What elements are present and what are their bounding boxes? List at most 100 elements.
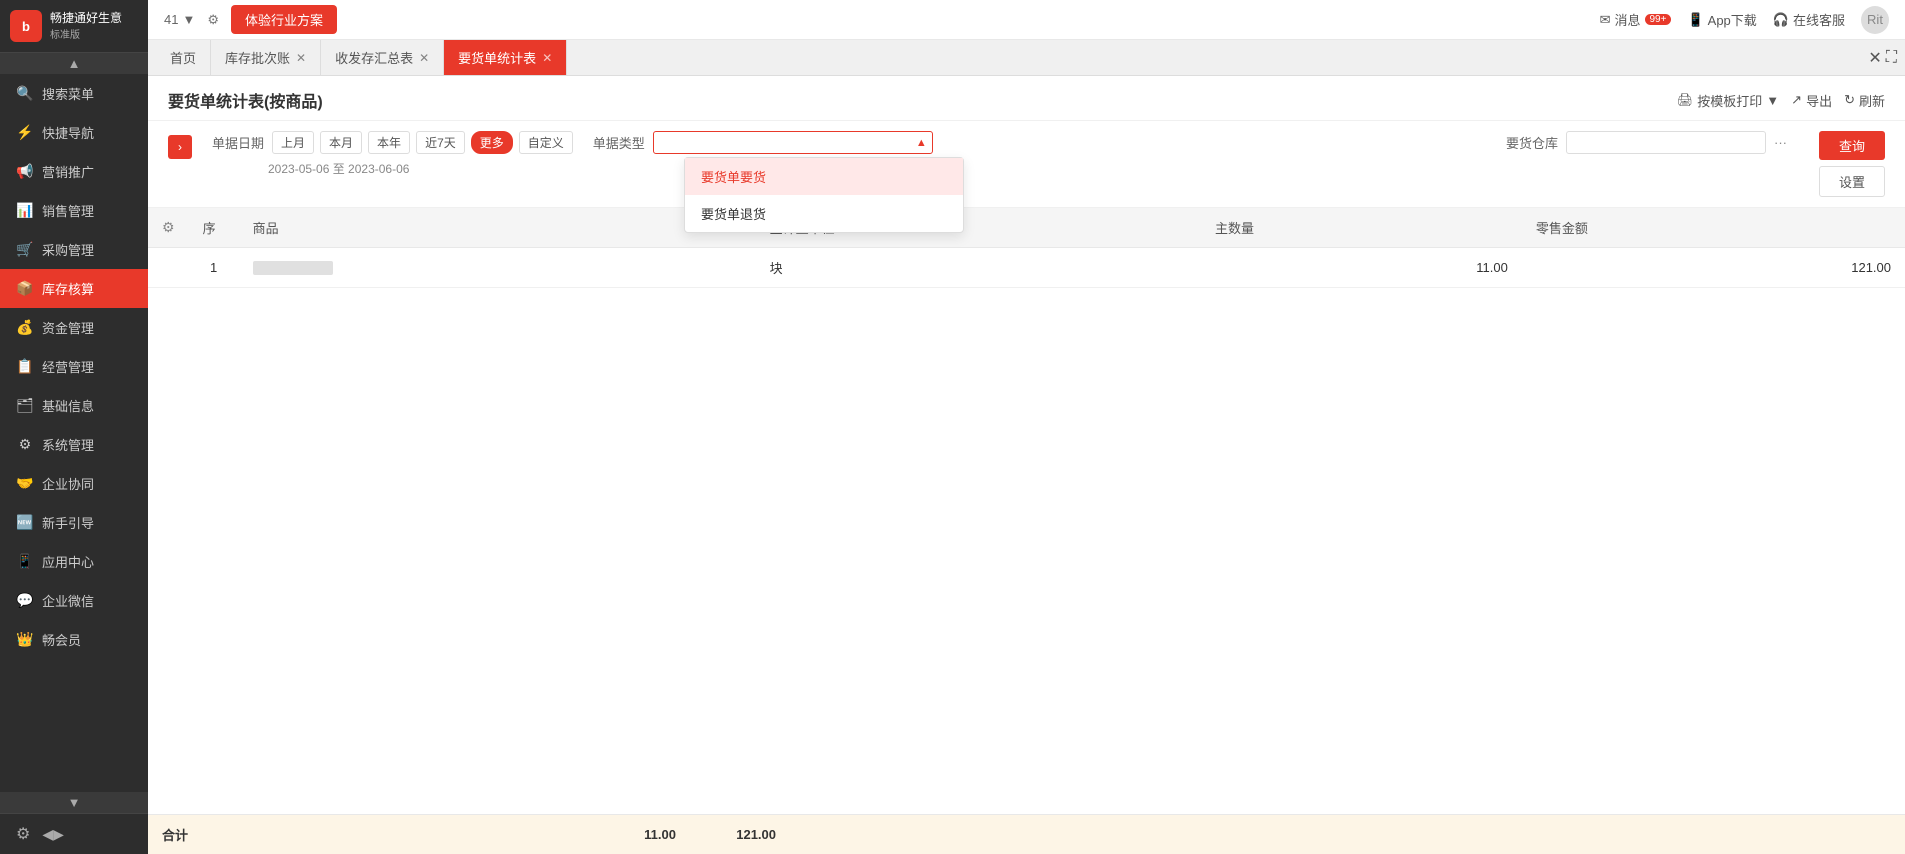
tab-inventory-batch[interactable]: 库存批次账 ✕ xyxy=(211,40,321,75)
sidebar-item-inventory[interactable]: 📦 库存核算 xyxy=(0,269,148,308)
col-header-product: 商品 xyxy=(239,208,756,248)
tab-receive-summary-label: 收发存汇总表 xyxy=(335,48,413,67)
col-header-seq: 序 xyxy=(189,208,239,248)
dropdown-item-order-goods[interactable]: 要货单要货 xyxy=(685,158,963,195)
guide-icon: 🆕 xyxy=(16,514,34,531)
warehouse-input[interactable] xyxy=(1566,131,1766,154)
shortcut-icon: ⚡ xyxy=(16,124,34,141)
message-badge: 99+ xyxy=(1645,14,1672,25)
date-btn-last-month[interactable]: 上月 xyxy=(272,131,314,154)
dropdown-item-order-return[interactable]: 要货单退货 xyxy=(685,195,963,232)
sidebar-items: 🔍 搜索菜单 ⚡ 快捷导航 📢 营销推广 📊 销售管理 🛒 采购管理 📦 库存核… xyxy=(0,74,148,792)
sidebar-scroll-down[interactable]: ▼ xyxy=(0,792,148,813)
sidebar-item-wechat[interactable]: 💬 企业微信 xyxy=(0,581,148,620)
tenant-selector[interactable]: 41 ▼ xyxy=(164,12,195,27)
header-gear-icon[interactable]: ⚙ xyxy=(207,12,219,28)
logo-sub: 标准版 xyxy=(50,26,122,41)
tab-expand-icon[interactable]: ⛶ xyxy=(1886,49,1897,67)
date-filter-label: 单据日期 xyxy=(212,133,264,152)
sidebar-item-basics[interactable]: 🗂 基础信息 xyxy=(0,386,148,425)
sidebar-scroll-up[interactable]: ▲ xyxy=(0,53,148,74)
purchase-icon: 🛒 xyxy=(16,241,34,258)
row-qty-cell: 11.00 xyxy=(1201,248,1522,288)
date-btn-7days[interactable]: 近7天 xyxy=(416,131,465,154)
sidebar-item-marketing[interactable]: 📢 营销推广 xyxy=(0,152,148,191)
appstore-icon: 📱 xyxy=(16,553,34,570)
sidebar: b 畅捷通好生意 标准版 ▲ 🔍 搜索菜单 ⚡ 快捷导航 📢 营销推广 📊 销售… xyxy=(0,0,148,854)
operations-icon: 📋 xyxy=(16,358,34,375)
system-icon: ⚙ xyxy=(16,436,34,453)
sidebar-item-finance[interactable]: 💰 资金管理 xyxy=(0,308,148,347)
date-btn-this-month[interactable]: 本月 xyxy=(320,131,362,154)
inventory-icon: 📦 xyxy=(16,280,34,297)
print-btn[interactable]: 🖨 按模板打印 ▼ xyxy=(1677,91,1779,110)
product-name-placeholder xyxy=(253,261,333,275)
app-download-btn[interactable]: 📱 App下载 xyxy=(1687,10,1756,29)
sidebar-item-search[interactable]: 🔍 搜索菜单 xyxy=(0,74,148,113)
avatar[interactable]: Rit xyxy=(1861,6,1889,34)
date-shortcuts: 上月 本月 本年 近7天 更多 自定义 xyxy=(272,131,573,154)
filter-expand-button[interactable]: › xyxy=(168,135,192,159)
doc-type-input-wrap: ▲ xyxy=(653,131,933,154)
col-header-settings: ⚙ xyxy=(148,208,189,248)
tab-close-all-icon[interactable]: ✕ xyxy=(1868,48,1881,68)
sidebar-item-sales[interactable]: 📊 销售管理 xyxy=(0,191,148,230)
wechat-icon: 💬 xyxy=(16,592,34,609)
tab-order-summary-close[interactable]: ✕ xyxy=(542,51,552,65)
tab-inventory-batch-close[interactable]: ✕ xyxy=(296,51,306,65)
sidebar-item-member[interactable]: 👑 畅会员 xyxy=(0,620,148,659)
message-label: 消息 xyxy=(1614,10,1640,29)
sidebar-settings-icon[interactable]: ⚙ xyxy=(16,824,30,844)
settings-button[interactable]: 设置 xyxy=(1819,166,1885,197)
row-settings-cell xyxy=(148,248,189,288)
export-btn[interactable]: ↗ 导出 xyxy=(1791,91,1832,110)
doc-type-row: 单据类型 ▲ xyxy=(593,131,933,154)
tab-receive-summary[interactable]: 收发存汇总表 ✕ xyxy=(321,40,444,75)
tabs-bar: 首页 库存批次账 ✕ 收发存汇总表 ✕ 要货单统计表 ✕ ✕ ⛶ xyxy=(148,40,1905,76)
warehouse-filter-group: 要货仓库 ··· xyxy=(1506,131,1787,154)
doc-type-filter-group: 单据类型 ▲ xyxy=(593,131,933,154)
sidebar-item-system[interactable]: ⚙ 系统管理 xyxy=(0,425,148,464)
basics-icon: 🗂 xyxy=(16,397,34,414)
sales-icon: 📊 xyxy=(16,202,34,219)
tab-home[interactable]: 首页 xyxy=(156,40,211,75)
doc-type-label: 单据类型 xyxy=(593,133,645,152)
tabs-right-actions: ✕ ⛶ xyxy=(1868,48,1905,68)
row-unit-cell: 块 xyxy=(756,248,1201,288)
tab-inventory-batch-label: 库存批次账 xyxy=(225,48,290,67)
date-btn-this-year[interactable]: 本年 xyxy=(368,131,410,154)
online-service-btn[interactable]: 🎧 在线客服 xyxy=(1773,10,1845,29)
warehouse-more-icon[interactable]: ··· xyxy=(1774,135,1787,150)
sidebar-item-enterprise[interactable]: 🤝 企业协同 xyxy=(0,464,148,503)
header-left: 41 ▼ ⚙ 体验行业方案 xyxy=(164,5,337,34)
finance-icon: 💰 xyxy=(16,319,34,336)
sidebar-footer: ⚙ ◀▶ xyxy=(0,813,148,854)
sidebar-toggle-icon[interactable]: ◀▶ xyxy=(42,826,64,843)
date-btn-custom[interactable]: 自定义 xyxy=(519,131,573,154)
logo-icon: b xyxy=(10,10,42,42)
sidebar-item-appstore[interactable]: 📱 应用中心 xyxy=(0,542,148,581)
data-table: ⚙ 序 商品 主计量单位 主数量 零售金额 1 xyxy=(148,208,1905,288)
trial-button[interactable]: 体验行业方案 xyxy=(231,5,337,34)
main-area: 41 ▼ ⚙ 体验行业方案 ✉ 消息 99+ 📱 App下载 🎧 在线客服 Ri… xyxy=(148,0,1905,854)
sidebar-item-shortcut[interactable]: ⚡ 快捷导航 xyxy=(0,113,148,152)
refresh-icon: ↻ xyxy=(1844,92,1855,108)
tab-receive-summary-close[interactable]: ✕ xyxy=(419,51,429,65)
sidebar-item-purchase[interactable]: 🛒 采购管理 xyxy=(0,230,148,269)
sidebar-item-guide[interactable]: 🆕 新手引导 xyxy=(0,503,148,542)
table-settings-icon[interactable]: ⚙ xyxy=(162,219,175,235)
top-header: 41 ▼ ⚙ 体验行业方案 ✉ 消息 99+ 📱 App下载 🎧 在线客服 Ri… xyxy=(148,0,1905,40)
sidebar-item-operations[interactable]: 📋 经营管理 xyxy=(0,347,148,386)
refresh-btn[interactable]: ↻ 刷新 xyxy=(1844,91,1885,110)
header-right: ✉ 消息 99+ 📱 App下载 🎧 在线客服 Rit xyxy=(1600,6,1889,34)
doc-type-input[interactable] xyxy=(653,131,933,154)
content-area: 要货单统计表(按商品) 🖨 按模板打印 ▼ ↗ 导出 ↻ 刷新 › xyxy=(148,76,1905,854)
message-btn[interactable]: ✉ 消息 99+ xyxy=(1600,10,1672,29)
tab-order-summary[interactable]: 要货单统计表 ✕ xyxy=(444,40,567,75)
row-amount-cell: 121.00 xyxy=(1522,248,1905,288)
date-btn-more[interactable]: 更多 xyxy=(471,131,513,154)
doc-type-arrow-icon[interactable]: ▲ xyxy=(916,137,927,149)
search-button[interactable]: 查询 xyxy=(1819,131,1885,160)
member-icon: 👑 xyxy=(16,631,34,648)
marketing-icon: 📢 xyxy=(16,163,34,180)
